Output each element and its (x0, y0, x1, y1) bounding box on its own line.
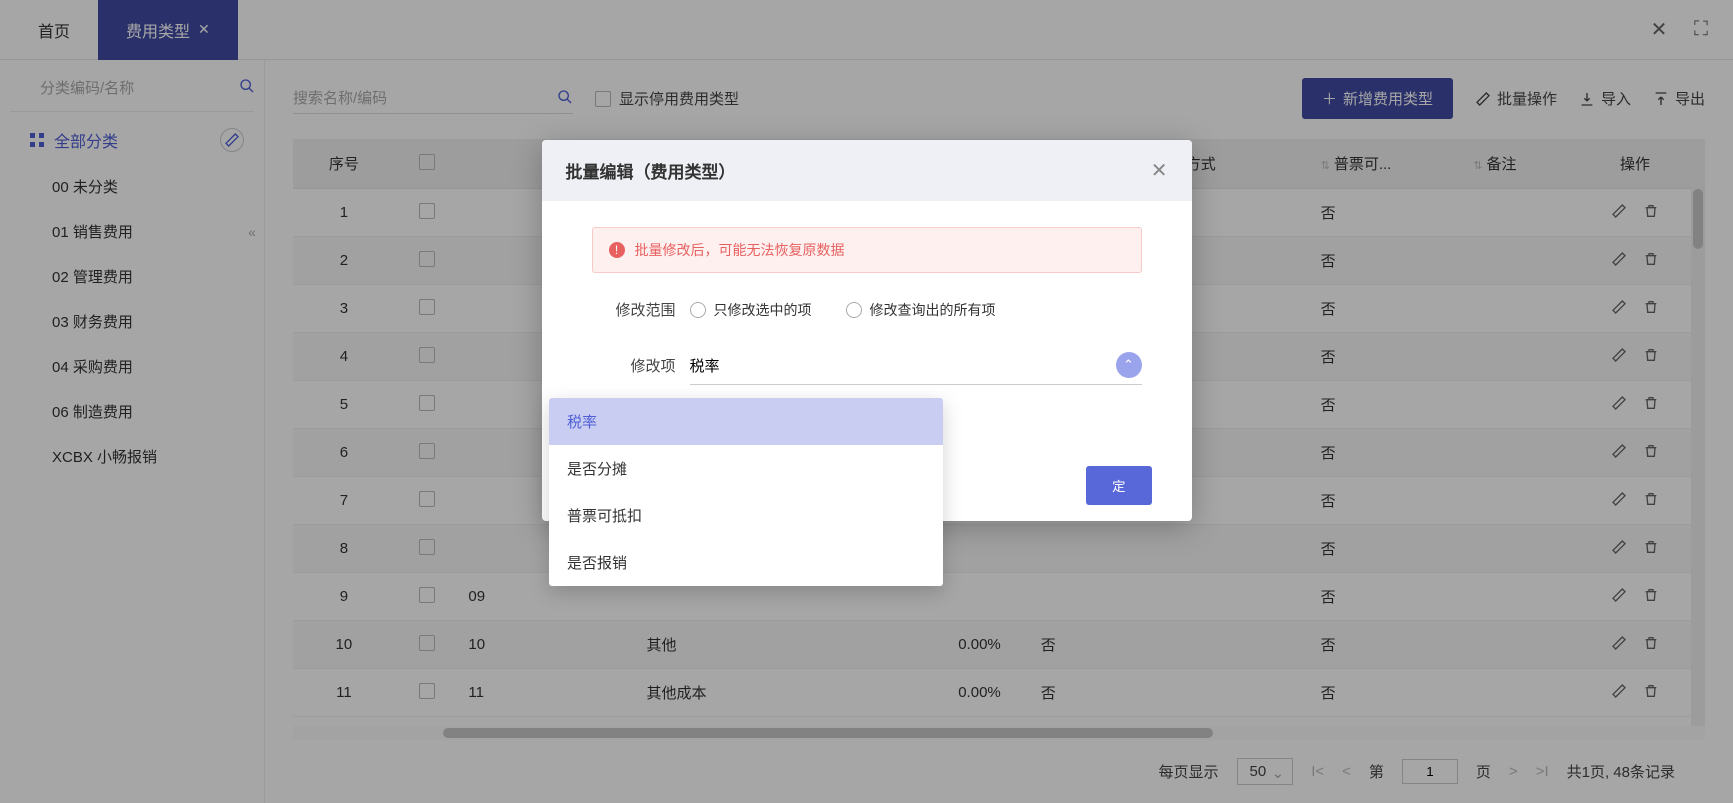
scope-opt2-label: 修改查询出的所有项 (870, 300, 996, 320)
dropdown-option[interactable]: 是否报销 (549, 539, 943, 586)
field-select-input[interactable] (690, 357, 1116, 374)
scope-all-radio[interactable]: 修改查询出的所有项 (846, 300, 996, 320)
scope-label: 修改范围 (592, 299, 676, 320)
modal-close-icon[interactable]: ✕ (1151, 158, 1168, 183)
warning-text: 批量修改后，可能无法恢复原数据 (635, 240, 845, 260)
radio-icon (690, 302, 706, 318)
field-dropdown: 税率是否分摊普票可抵扣是否报销 (549, 398, 943, 586)
warning-icon: ! (609, 242, 625, 258)
field-select[interactable]: ⌃ (690, 346, 1142, 385)
dropdown-option[interactable]: 税率 (549, 398, 943, 445)
chevron-up-icon: ⌃ (1116, 352, 1142, 378)
scope-opt1-label: 只修改选中的项 (714, 300, 812, 320)
modal-title: 批量编辑（费用类型） (566, 158, 736, 183)
dropdown-option[interactable]: 普票可抵扣 (549, 492, 943, 539)
field-label: 修改项 (592, 355, 676, 376)
scope-selected-radio[interactable]: 只修改选中的项 (690, 300, 812, 320)
dropdown-option[interactable]: 是否分摊 (549, 445, 943, 492)
warning-alert: ! 批量修改后，可能无法恢复原数据 (592, 227, 1142, 273)
confirm-button[interactable]: 定 (1086, 466, 1151, 505)
radio-icon (846, 302, 862, 318)
